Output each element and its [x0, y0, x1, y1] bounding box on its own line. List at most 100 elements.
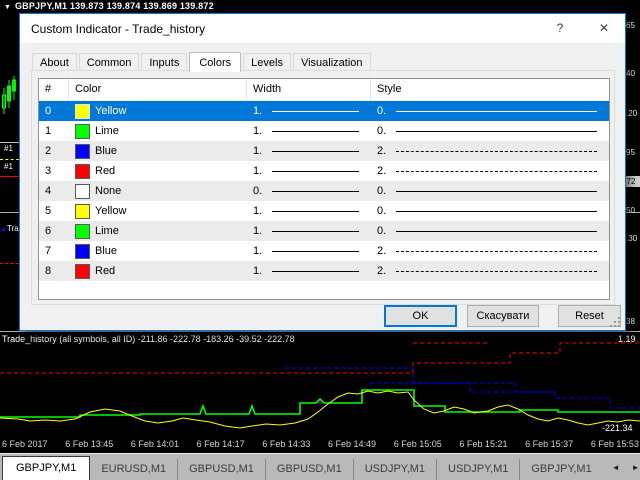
- dialog-tab[interactable]: Common: [78, 53, 140, 71]
- color-name: Red: [95, 165, 116, 177]
- color-name: Blue: [95, 245, 118, 257]
- style-value: 0.: [377, 205, 387, 217]
- chart-tab[interactable]: GBPJPY,M1: [519, 459, 602, 480]
- chart-tab[interactable]: GBPUSD,M1: [264, 459, 353, 480]
- time-axis-label: 6 Feb 15:53: [590, 439, 639, 449]
- price-scale-label: 65: [626, 21, 635, 30]
- blue-dashed-series-1: [285, 367, 640, 409]
- width-value: 1.: [253, 145, 263, 157]
- width-value: 1.: [253, 225, 263, 237]
- style-value: 2.: [377, 165, 387, 177]
- ok-button[interactable]: OK: [384, 305, 457, 327]
- time-axis-label: 6 Feb 15:05: [393, 439, 442, 449]
- color-swatch: [75, 163, 90, 179]
- indicator-status-text: Trade_history (all symbols, all ID) -211…: [2, 334, 295, 344]
- color-name: Red: [95, 265, 116, 277]
- dialog-tab[interactable]: Levels: [243, 53, 291, 71]
- color-table-row[interactable]: 8 Red 1. 2.: [39, 261, 609, 281]
- indicator-dot-icon: [2, 228, 5, 231]
- row-index: 0: [45, 105, 52, 117]
- row-width-cell: 1.: [247, 241, 371, 261]
- price-scale-label: 50: [626, 206, 635, 215]
- row-style-cell: 2.: [371, 261, 609, 281]
- chart-tab[interactable]: EURUSD,M1: [90, 459, 177, 480]
- row-style-cell: 0.: [371, 101, 609, 121]
- resize-grip[interactable]: [609, 316, 621, 328]
- time-axis-label: 6 Feb 15:21: [459, 439, 508, 449]
- row-color-cell: Red: [69, 261, 247, 281]
- dialog-tab[interactable]: About: [32, 53, 77, 71]
- dialog-tab[interactable]: Colors: [189, 52, 242, 72]
- chart-tab-bar: GBPJPY,M1 EURUSD,M1 GBPUSD,M1 GBPUSD,M1 USDJ…: [0, 453, 640, 480]
- dialog-title-bar[interactable]: Custom Indicator - Trade_history ? ✕: [20, 14, 625, 43]
- order-label-2: #1: [4, 162, 13, 171]
- chart-tab[interactable]: USDJPY,M1: [436, 459, 519, 480]
- style-line-sample: [396, 150, 597, 152]
- dialog-close-button[interactable]: ✕: [589, 18, 619, 39]
- color-swatch: [75, 143, 90, 159]
- color-table-row[interactable]: 3 Red 1. 2.: [39, 161, 609, 181]
- quote-text: GBPJPY,M1 139.873 139.874 139.869 139.87…: [14, 1, 214, 11]
- candlestick-fragment: [2, 76, 16, 114]
- width-line-sample: [272, 190, 359, 192]
- dialog-tab[interactable]: Visualization: [292, 53, 371, 71]
- width-value: 1.: [253, 105, 263, 117]
- row-index: 8: [45, 265, 52, 277]
- dialog-tab[interactable]: Inputs: [141, 53, 188, 71]
- row-style-cell: 2.: [371, 161, 609, 181]
- color-table-row[interactable]: 6 Lime 1. 0.: [39, 221, 609, 241]
- color-name: Yellow: [95, 205, 127, 217]
- style-value: 0.: [377, 105, 387, 117]
- col-header-style: Style: [377, 83, 402, 95]
- color-table-row[interactable]: 1 Lime 1. 0.: [39, 121, 609, 141]
- chart-tab[interactable]: GBPJPY,M1: [2, 456, 91, 480]
- order-line-yellow: [0, 159, 19, 160]
- width-value: 1.: [253, 125, 263, 137]
- price-scale-label: .30: [626, 234, 638, 243]
- color-table-row[interactable]: 5 Yellow 1. 0.: [39, 201, 609, 221]
- col-header-color: Color: [69, 79, 247, 100]
- color-table-row[interactable]: 0 Yellow 1. 0.: [39, 101, 609, 121]
- order-label-1: #1: [4, 144, 13, 153]
- indicator-chart: [0, 342, 640, 429]
- style-value: 2.: [377, 245, 387, 257]
- style-value: 2.: [377, 145, 387, 157]
- color-table-row[interactable]: 7 Blue 1. 2.: [39, 241, 609, 261]
- row-color-cell: Lime: [69, 221, 247, 241]
- chart-quote-bar: ▼ GBPJPY,M1 139.873 139.874 139.869 139.8…: [0, 0, 640, 13]
- tab-scroll-left-icon[interactable]: ◄: [612, 463, 620, 472]
- width-value: 1.: [253, 205, 263, 217]
- row-width-cell: 1.: [247, 121, 371, 141]
- chart-menu-arrow-icon[interactable]: ▼: [4, 1, 11, 14]
- color-table-row[interactable]: 2 Blue 1. 2.: [39, 141, 609, 161]
- chart-tab[interactable]: USDJPY,M1: [352, 459, 436, 480]
- price-scale-label: 38: [626, 317, 635, 326]
- dialog-help-button[interactable]: ?: [545, 18, 575, 39]
- tab-scroll-right-icon[interactable]: ►: [632, 463, 640, 472]
- cancel-button[interactable]: Скасувати: [467, 305, 539, 327]
- row-index: 6: [45, 225, 52, 237]
- width-value: 0.: [253, 185, 263, 197]
- chart-tab[interactable]: GBPUSD,M1: [177, 459, 265, 480]
- col-header-width: Width: [247, 79, 371, 100]
- time-axis-label: 6 Feb 2017: [2, 439, 48, 449]
- table-body: 0 Yellow 1. 0. 1 Lime 1. 0. 2 Blue 1. 2.: [39, 101, 609, 281]
- price-scale-label: 40: [626, 69, 635, 78]
- time-axis-label: 6 Feb 14:17: [196, 439, 245, 449]
- color-table-row[interactable]: 4 None 0. 0.: [39, 181, 609, 201]
- price-scale-label: .20: [626, 109, 638, 118]
- time-axis-label: 6 Feb 14:01: [130, 439, 179, 449]
- row-width-cell: 1.: [247, 161, 371, 181]
- time-axis[interactable]: 6 Feb 2017 6 Feb 13:45 6 Feb 14:01 6 Feb 14…: [0, 437, 640, 453]
- color-name: None: [95, 185, 122, 197]
- width-value: 1.: [253, 245, 263, 257]
- width-line-sample: [272, 170, 359, 172]
- color-name: Lime: [95, 225, 119, 237]
- subwindow-separator-2[interactable]: [0, 331, 640, 332]
- time-axis-label: 6 Feb 14:33: [262, 439, 311, 449]
- style-value: 2.: [377, 265, 387, 277]
- width-line-sample: [272, 210, 359, 212]
- order-line-red: [0, 176, 19, 177]
- table-header: # Color Width Style: [39, 79, 609, 101]
- row-color-cell: Red: [69, 161, 247, 181]
